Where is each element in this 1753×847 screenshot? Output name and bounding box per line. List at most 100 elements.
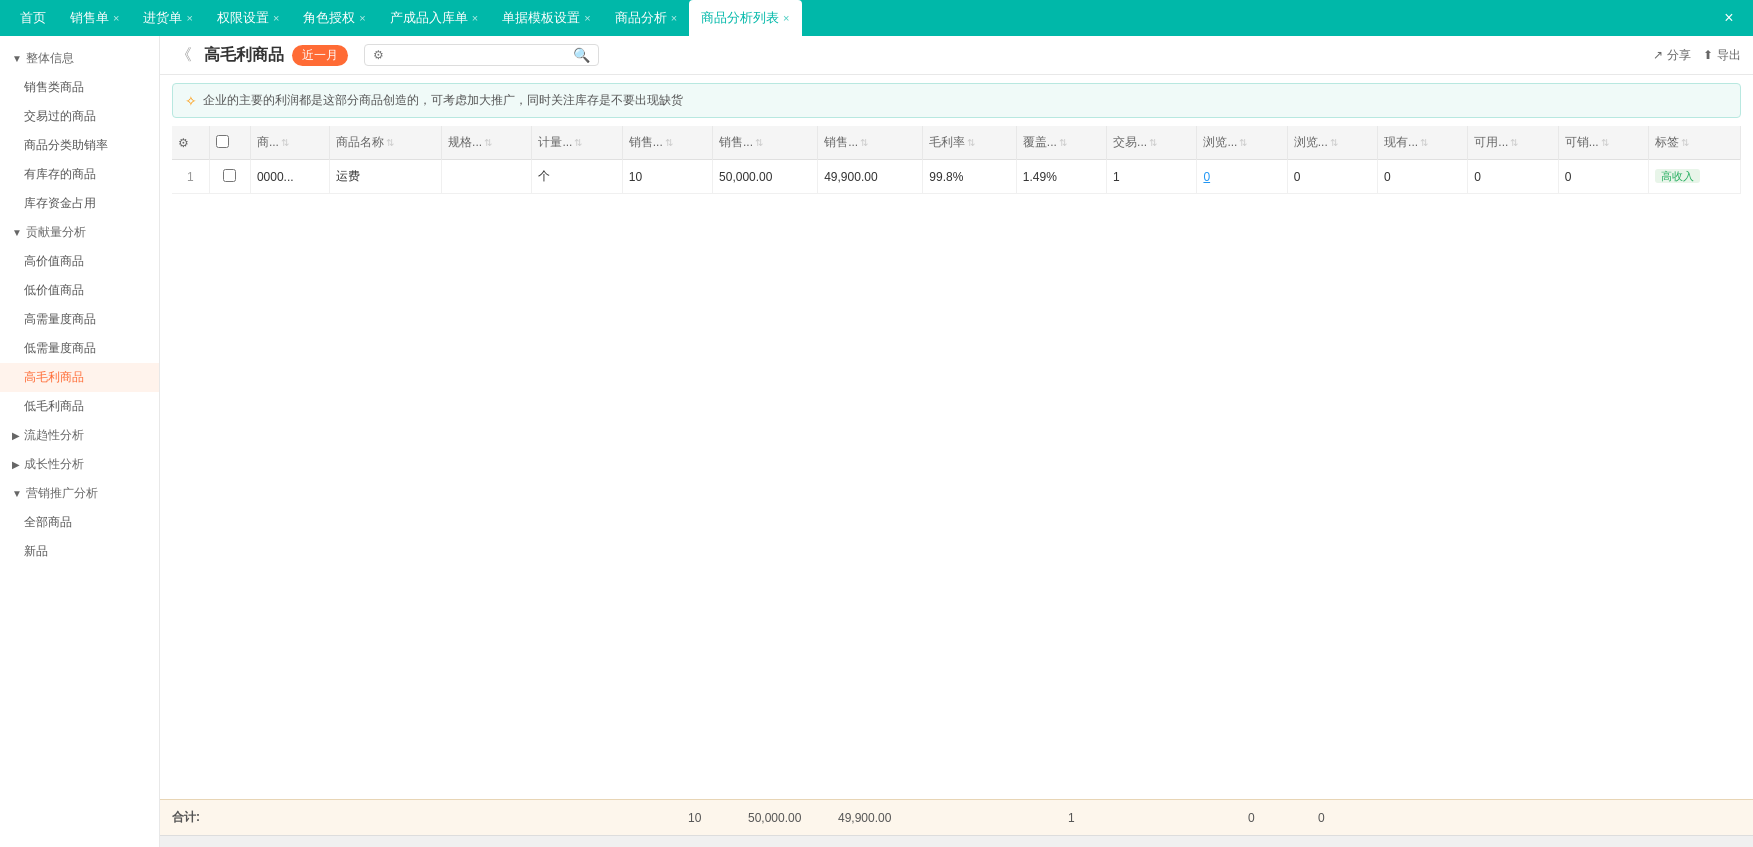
export-button[interactable]: ⬆ 导出 (1703, 47, 1741, 64)
sidebar: ▼整体信息销售类商品交易过的商品商品分类助销率有库存的商品库存资金占用▼贡献量分… (0, 36, 160, 847)
sort-icon[interactable]: ⇅ (1330, 137, 1338, 148)
sidebar-group-3[interactable]: ▶成长性分析 (0, 450, 159, 479)
cell-views2: 0 (1287, 160, 1377, 194)
cell-available_stock: 0 (1468, 160, 1558, 194)
sort-icon[interactable]: ⇅ (665, 137, 673, 148)
sidebar-item-4-0[interactable]: 全部商品 (0, 508, 159, 537)
column-header-sales_cost[interactable]: 销售...⇅ (818, 126, 923, 160)
nav-close-icon[interactable]: × (783, 12, 789, 24)
nav-item-7[interactable]: 商品分析× (603, 0, 689, 36)
column-header-code[interactable]: 商...⇅ (250, 126, 329, 160)
sidebar-item-1-0[interactable]: 高价值商品 (0, 247, 159, 276)
column-header-views2[interactable]: 浏览...⇅ (1287, 126, 1377, 160)
column-header-gross_margin[interactable]: 毛利率⇅ (923, 126, 1016, 160)
sidebar-item-1-1[interactable]: 低价值商品 (0, 276, 159, 305)
nav-item-2[interactable]: 进货单× (131, 0, 204, 36)
sidebar-group-0[interactable]: ▼整体信息 (0, 44, 159, 73)
nav-close-icon[interactable]: × (671, 12, 677, 24)
page-title: 高毛利商品 (204, 45, 284, 66)
nav-item-6[interactable]: 单据模板设置× (490, 0, 602, 36)
sort-icon[interactable]: ⇅ (1149, 137, 1157, 148)
sidebar-item-0-3[interactable]: 有库存的商品 (0, 160, 159, 189)
column-header-unit[interactable]: 计量...⇅ (532, 126, 622, 160)
sort-icon[interactable]: ⇅ (386, 137, 394, 148)
search-icon[interactable]: 🔍 (573, 47, 590, 63)
sidebar-item-0-1[interactable]: 交易过的商品 (0, 102, 159, 131)
sidebar-item-1-3[interactable]: 低需量度商品 (0, 334, 159, 363)
nav-close-icon[interactable]: × (359, 12, 365, 24)
sort-icon[interactable]: ⇅ (860, 137, 868, 148)
sidebar-item-1-2[interactable]: 高需量度商品 (0, 305, 159, 334)
row-checkbox[interactable] (223, 169, 236, 182)
sidebar-item-0-0[interactable]: 销售类商品 (0, 73, 159, 102)
collapse-sidebar-button[interactable]: 《 (172, 45, 196, 66)
sidebar-item-4-1[interactable]: 新品 (0, 537, 159, 566)
main-layout: ▼整体信息销售类商品交易过的商品商品分类助销率有库存的商品库存资金占用▼贡献量分… (0, 36, 1753, 847)
column-header-sales_qty[interactable]: 销售...⇅ (622, 126, 712, 160)
cell-value: 0 (1384, 170, 1391, 184)
nav-close-icon[interactable]: × (472, 12, 478, 24)
sort-icon[interactable]: ⇅ (1420, 137, 1428, 148)
nav-close-icon[interactable]: × (584, 12, 590, 24)
nav-item-5[interactable]: 产成品入库单× (378, 0, 490, 36)
column-header-available_stock[interactable]: 可用...⇅ (1468, 126, 1558, 160)
sort-icon[interactable]: ⇅ (1510, 137, 1518, 148)
cell-views1[interactable]: 0 (1197, 160, 1287, 194)
cell-value: 0000... (257, 170, 294, 184)
column-header-coverage[interactable]: 覆盖...⇅ (1016, 126, 1106, 160)
sidebar-item-0-4[interactable]: 库存资金占用 (0, 189, 159, 218)
sort-icon[interactable]: ⇅ (1681, 137, 1689, 148)
cell-name: 运费 (329, 160, 441, 194)
sort-icon[interactable]: ⇅ (755, 137, 763, 148)
share-button[interactable]: ↗ 分享 (1653, 47, 1691, 64)
nav-item-3[interactable]: 权限设置× (205, 0, 291, 36)
sidebar-group-4[interactable]: ▼营销推广分析 (0, 479, 159, 508)
column-header-spec[interactable]: 规格...⇅ (442, 126, 532, 160)
cell-gross_margin: 99.8% (923, 160, 1016, 194)
sort-icon[interactable]: ⇅ (484, 137, 492, 148)
column-header-name[interactable]: 商品名称⇅ (329, 126, 441, 160)
nav-item-4[interactable]: 角色授权× (291, 0, 377, 36)
sidebar-group-1[interactable]: ▼贡献量分析 (0, 218, 159, 247)
col-label: 销售... (719, 135, 753, 149)
sort-icon[interactable]: ⇅ (1059, 137, 1067, 148)
column-header-checkbox[interactable] (209, 126, 250, 160)
column-header-transactions[interactable]: 交易...⇅ (1107, 126, 1197, 160)
settings-icon[interactable]: ⚙ (178, 136, 189, 150)
column-header-settings[interactable]: ⚙ (172, 126, 209, 160)
filter-month-button[interactable]: 近一月 (292, 45, 348, 66)
col-label: 交易... (1113, 135, 1147, 149)
nav-item-8[interactable]: 商品分析列表× (689, 0, 801, 36)
header-actions: ↗ 分享 ⬆ 导出 (1653, 47, 1741, 64)
sort-icon[interactable]: ⇅ (967, 137, 975, 148)
link-value[interactable]: 0 (1203, 170, 1210, 184)
column-header-tag[interactable]: 标签⇅ (1648, 126, 1740, 160)
column-header-current_stock[interactable]: 现有...⇅ (1378, 126, 1468, 160)
sort-icon[interactable]: ⇅ (574, 137, 582, 148)
cell-coverage: 1.49% (1016, 160, 1106, 194)
nav-item-0[interactable]: 首页 (8, 0, 58, 36)
sidebar-item-1-4[interactable]: 高毛利商品 (0, 363, 159, 392)
column-header-sales_amount[interactable]: 销售...⇅ (713, 126, 818, 160)
sort-icon[interactable]: ⇅ (281, 137, 289, 148)
search-input[interactable] (373, 48, 573, 62)
sidebar-group-2[interactable]: ▶流趋性分析 (0, 421, 159, 450)
footer-values: 1050,000.0049,900.00100 (292, 811, 1741, 825)
window-close-button[interactable]: × (1713, 0, 1745, 36)
nav-close-icon[interactable]: × (113, 12, 119, 24)
info-banner: ✧ 企业的主要的利润都是这部分商品创造的，可考虑加大推广，同时关注库存是不要出现… (172, 83, 1741, 118)
sort-icon[interactable]: ⇅ (1239, 137, 1247, 148)
select-all-checkbox[interactable] (216, 135, 229, 148)
nav-item-1[interactable]: 销售单× (58, 0, 131, 36)
horizontal-scrollbar[interactable] (160, 835, 1753, 847)
column-header-views1[interactable]: 浏览...⇅ (1197, 126, 1287, 160)
group-label: 贡献量分析 (26, 224, 86, 241)
sidebar-item-1-5[interactable]: 低毛利商品 (0, 392, 159, 421)
nav-close-icon[interactable]: × (186, 12, 192, 24)
nav-close-icon[interactable]: × (273, 12, 279, 24)
column-header-saleable_stock[interactable]: 可销...⇅ (1558, 126, 1648, 160)
footer-cell-11: 1 (1062, 811, 1122, 825)
sidebar-item-0-2[interactable]: 商品分类助销率 (0, 131, 159, 160)
sort-icon[interactable]: ⇅ (1601, 137, 1609, 148)
footer-cell-8: 49,900.00 (832, 811, 922, 825)
